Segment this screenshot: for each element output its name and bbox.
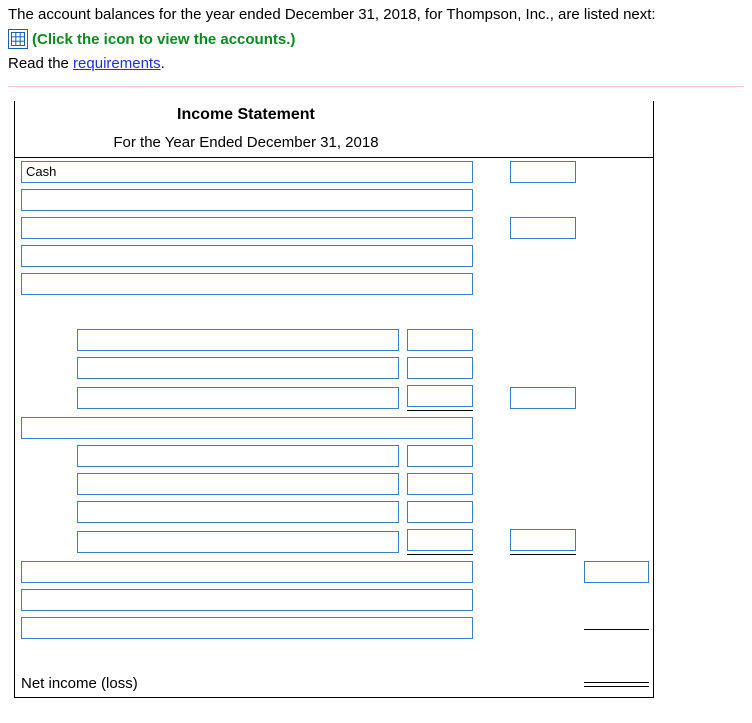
- amount-input-r1[interactable]: [510, 161, 576, 183]
- label-input-11[interactable]: [77, 473, 399, 495]
- label-input-10[interactable]: [77, 445, 399, 467]
- label-input-8[interactable]: [77, 387, 399, 409]
- label-input-16[interactable]: [21, 617, 473, 639]
- amount1-input-r7[interactable]: [407, 357, 473, 379]
- label-input-2[interactable]: [21, 189, 473, 211]
- amount1-input-r10[interactable]: [407, 445, 473, 467]
- amount1-input-r11[interactable]: [407, 473, 473, 495]
- label-input-6[interactable]: [77, 329, 399, 351]
- amount-input-r3[interactable]: [510, 217, 576, 239]
- income-statement-table: Income Statement For the Year Ended Dece…: [14, 101, 654, 698]
- requirements-line: Read the requirements.: [8, 55, 744, 72]
- amount2-input-r13[interactable]: [510, 529, 576, 551]
- intro-text: The account balances for the year ended …: [8, 6, 744, 23]
- label-input-13[interactable]: [77, 531, 399, 553]
- label-input-3[interactable]: [21, 217, 473, 239]
- amount1-input-r12[interactable]: [407, 501, 473, 523]
- label-input-7[interactable]: [77, 357, 399, 379]
- label-input-12[interactable]: [77, 501, 399, 523]
- amount2r-input-r14[interactable]: [584, 561, 649, 583]
- amount2-input-r8[interactable]: [510, 387, 576, 409]
- accounts-icon[interactable]: [8, 29, 28, 49]
- label-input-9[interactable]: [21, 417, 473, 439]
- label-input-14[interactable]: [21, 561, 473, 583]
- net-income-label: Net income (loss): [15, 670, 477, 698]
- label-input-1[interactable]: [21, 161, 473, 183]
- divider: [8, 86, 744, 87]
- requirements-link[interactable]: requirements: [73, 55, 161, 72]
- label-input-15[interactable]: [21, 589, 473, 611]
- amount1-input-r13[interactable]: [407, 529, 473, 551]
- label-input-5[interactable]: [21, 273, 473, 295]
- amount1-input-r6[interactable]: [407, 329, 473, 351]
- statement-title: Income Statement: [15, 101, 477, 129]
- amount1-input-r8[interactable]: [407, 385, 473, 407]
- label-input-4[interactable]: [21, 245, 473, 267]
- statement-subtitle: For the Year Ended December 31, 2018: [15, 129, 477, 157]
- icon-hint: (Click the icon to view the accounts.): [32, 31, 295, 48]
